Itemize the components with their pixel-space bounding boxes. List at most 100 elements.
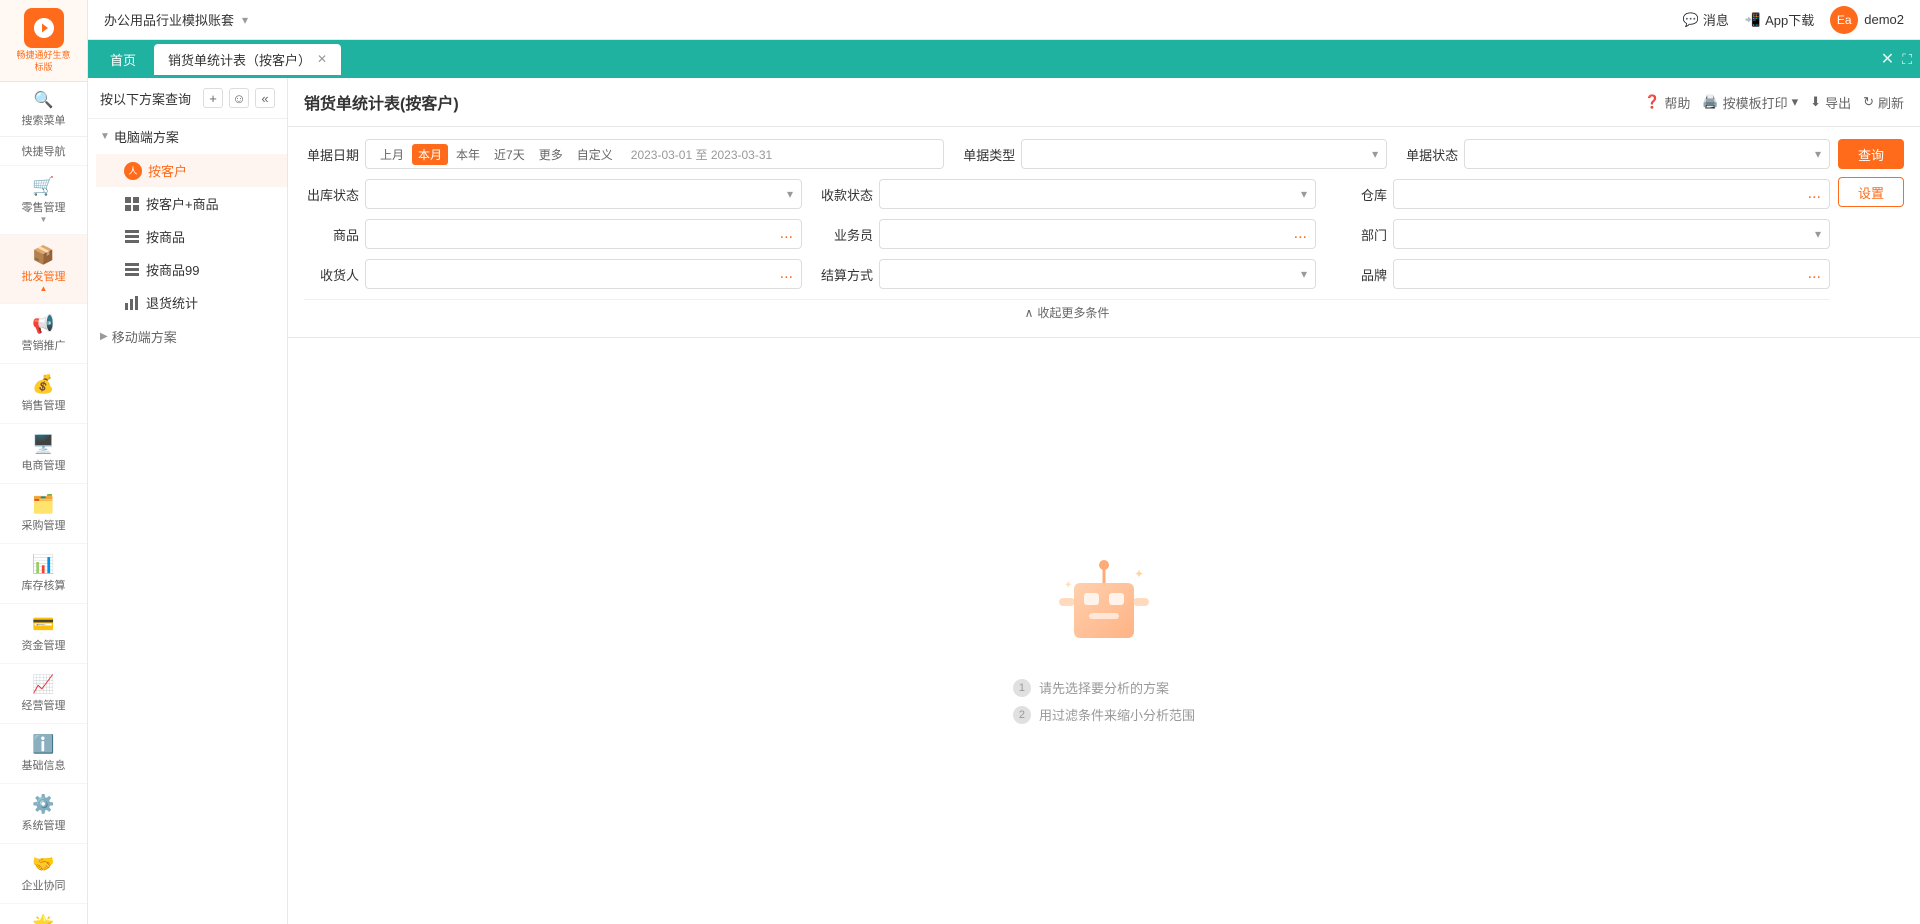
app-name: 畅捷通好生意 标版	[16, 50, 70, 73]
query-btn[interactable]: 查询	[1838, 139, 1904, 169]
date-tab-custom[interactable]: 自定义	[571, 144, 619, 165]
sidebar-item-procurement[interactable]: 🗂️ 采购管理	[0, 484, 87, 544]
sidebar-item-inventory[interactable]: 📊 库存核算	[0, 544, 87, 604]
receive-status-dropdown-icon: ▾	[1301, 187, 1307, 201]
tab-close-window-btn[interactable]: ✕	[1881, 49, 1894, 69]
scheme-item-by-product[interactable]: 按商品	[96, 220, 287, 253]
user-menu-btn[interactable]: Ea demo2	[1830, 6, 1904, 34]
sidebar-item-marketing[interactable]: 📢 营销推广	[0, 304, 87, 364]
tab-maximize-btn[interactable]: ⛶	[1902, 51, 1912, 68]
empty-state: ✦ ✦ 1 请先选择要分析的方案 2 用过滤条件来缩小分析范围	[288, 338, 1920, 924]
brand-control[interactable]: ...	[1393, 259, 1830, 289]
help-btn[interactable]: ❓ 帮助	[1644, 93, 1690, 112]
empty-tips: 1 请先选择要分析的方案 2 用过滤条件来缩小分析范围	[1013, 678, 1195, 724]
refresh-btn[interactable]: ↻ 刷新	[1863, 93, 1904, 112]
date-tab-last7[interactable]: 近7天	[488, 144, 531, 165]
filter-doc-type: 单据类型 ▾	[960, 139, 1387, 169]
doc-status-dropdown-icon: ▾	[1815, 147, 1821, 161]
sidebar-item-operations[interactable]: 📈 经营管理	[0, 664, 87, 724]
wholesale-icon: 📦	[32, 245, 54, 266]
page-header: 销货单统计表(按客户) ❓ 帮助 🖨️ 按模板打印 ▾ ⬇ 导出	[288, 78, 1920, 127]
date-tab-this-year[interactable]: 本年	[450, 144, 486, 165]
date-range-text: 2023-03-01 至 2023-03-31	[631, 146, 772, 163]
doc-status-control[interactable]: ▾	[1464, 139, 1830, 169]
scheme-table-icon	[124, 229, 140, 245]
scheme-item-by-customer-product[interactable]: 按客户+商品	[96, 187, 287, 220]
company-dropdown-btn[interactable]: ▾	[242, 13, 248, 27]
scheme-grid-icon	[124, 196, 140, 212]
settings-btn[interactable]: 设置	[1838, 177, 1904, 207]
help-icon: ❓	[1644, 94, 1660, 110]
sidebar-item-sales[interactable]: 💰 销售管理	[0, 364, 87, 424]
collapse-icon: ∧	[1025, 306, 1034, 320]
sidebar-item-ecommerce[interactable]: 🖥️ 电商管理	[0, 424, 87, 484]
content-wrapper: 按以下方案查询 + ☺ « ▼ 电脑端方案	[88, 78, 1920, 924]
message-btn[interactable]: 💬 消息	[1683, 10, 1729, 29]
payment-control[interactable]: ▾	[879, 259, 1316, 289]
scheme-item-return-stats[interactable]: 退货统计	[96, 286, 287, 319]
newbie-icon: 🌟	[32, 914, 54, 924]
sidebar-item-basics[interactable]: ℹ️ 基础信息	[0, 724, 87, 784]
search-menu-item[interactable]: 🔍 搜索菜单	[0, 82, 87, 137]
sidebar-item-enterprise[interactable]: 🤝 企业协同	[0, 844, 87, 904]
filter-area: 单据日期 上月 本月 本年 近7天 更多 自定义	[288, 127, 1920, 338]
tab-close-btn[interactable]: ✕	[317, 52, 327, 66]
out-status-control[interactable]: ▾	[365, 179, 802, 209]
brand-dots: ...	[1808, 265, 1821, 283]
sidebar-item-retail[interactable]: 🛒 零售管理 ▼	[0, 166, 87, 235]
payment-dropdown-icon: ▾	[1301, 267, 1307, 281]
filter-row-2: 出库状态 ▾ 收款状态 ▾	[304, 179, 1830, 209]
edit-scheme-btn[interactable]: ☺	[229, 88, 249, 108]
system-icon: ⚙️	[32, 794, 54, 815]
tip-num-1: 1	[1013, 679, 1031, 697]
product-control[interactable]: ...	[365, 219, 802, 249]
date-tab-more[interactable]: 更多	[533, 144, 569, 165]
left-panel-header: 按以下方案查询 + ☺ «	[88, 78, 287, 119]
export-btn[interactable]: ⬇ 导出	[1810, 93, 1851, 112]
collapse-filter-btn[interactable]: ∧ 收起更多条件	[304, 299, 1830, 325]
collapse-scheme-panel-btn[interactable]: «	[255, 88, 275, 108]
add-scheme-btn[interactable]: +	[203, 88, 223, 108]
consignee-control[interactable]: ...	[365, 259, 802, 289]
dept-control[interactable]: ▾	[1393, 219, 1830, 249]
product-dots: ...	[780, 225, 793, 243]
template-print-btn[interactable]: 🖨️ 按模板打印 ▾	[1702, 93, 1798, 112]
sidebar-item-finance[interactable]: 💳 资金管理	[0, 604, 87, 664]
mobile-scheme-toggle[interactable]: ▶ 移动端方案	[88, 319, 287, 354]
sidebar-item-newbie[interactable]: 🌟 新手引导	[0, 904, 87, 924]
scheme-item-by-product-99[interactable]: 按商品99	[96, 253, 287, 286]
filter-payment: 结算方式 ▾	[818, 259, 1316, 289]
print-icon: 🖨️	[1702, 94, 1718, 110]
staff-control[interactable]: ...	[879, 219, 1316, 249]
scheme-item-by-customer[interactable]: 人 按客户	[96, 154, 287, 187]
doc-status-label: 单据状态	[1403, 145, 1458, 164]
staff-label: 业务员	[818, 225, 873, 244]
operations-icon: 📈	[32, 674, 54, 695]
chevron-right-icon: ▶	[100, 331, 108, 342]
expand-icon: ▼	[100, 131, 110, 142]
main-area: 办公用品行业模拟账套 ▾ 💬 消息 📲 App下载 Ea demo2 首页 销货…	[88, 0, 1920, 924]
warehouse-dots: ...	[1808, 185, 1821, 203]
chevron-up-icon: ▲	[40, 284, 48, 293]
sidebar-item-wholesale[interactable]: 📦 批发管理 ▲	[0, 235, 87, 304]
sidebar-item-system[interactable]: ⚙️ 系统管理	[0, 784, 87, 844]
filter-date: 单据日期 上月 本月 本年 近7天 更多 自定义	[304, 139, 944, 169]
date-tab-this-month[interactable]: 本月	[412, 144, 448, 165]
filter-receive-status: 收款状态 ▾	[818, 179, 1316, 209]
warehouse-label: 仓库	[1332, 185, 1387, 204]
desktop-scheme-category[interactable]: ▼ 电脑端方案	[88, 119, 287, 154]
tab-sales-stat[interactable]: 销货单统计表（按客户） ✕	[154, 44, 341, 75]
warehouse-control[interactable]: ...	[1393, 179, 1830, 209]
doc-type-control[interactable]: ▾	[1021, 139, 1387, 169]
app-download-btn[interactable]: 📲 App下载	[1745, 10, 1814, 29]
receive-status-control[interactable]: ▾	[879, 179, 1316, 209]
receive-status-label: 收款状态	[818, 185, 873, 204]
tab-home[interactable]: 首页	[96, 44, 150, 75]
date-tab-last-month[interactable]: 上月	[374, 144, 410, 165]
empty-icon: ✦ ✦	[1044, 538, 1164, 658]
date-control[interactable]: 上月 本月 本年 近7天 更多 自定义 2023-03-01 至 2023-03…	[365, 139, 944, 169]
right-panel: 销货单统计表(按客户) ❓ 帮助 🖨️ 按模板打印 ▾ ⬇ 导出	[288, 78, 1920, 924]
page-header-actions: ❓ 帮助 🖨️ 按模板打印 ▾ ⬇ 导出 ↻ 刷新	[1644, 93, 1904, 112]
sidebar-item-quick-nav[interactable]: 快捷导航	[0, 137, 87, 166]
top-header: 办公用品行业模拟账套 ▾ 💬 消息 📲 App下载 Ea demo2	[88, 0, 1920, 40]
